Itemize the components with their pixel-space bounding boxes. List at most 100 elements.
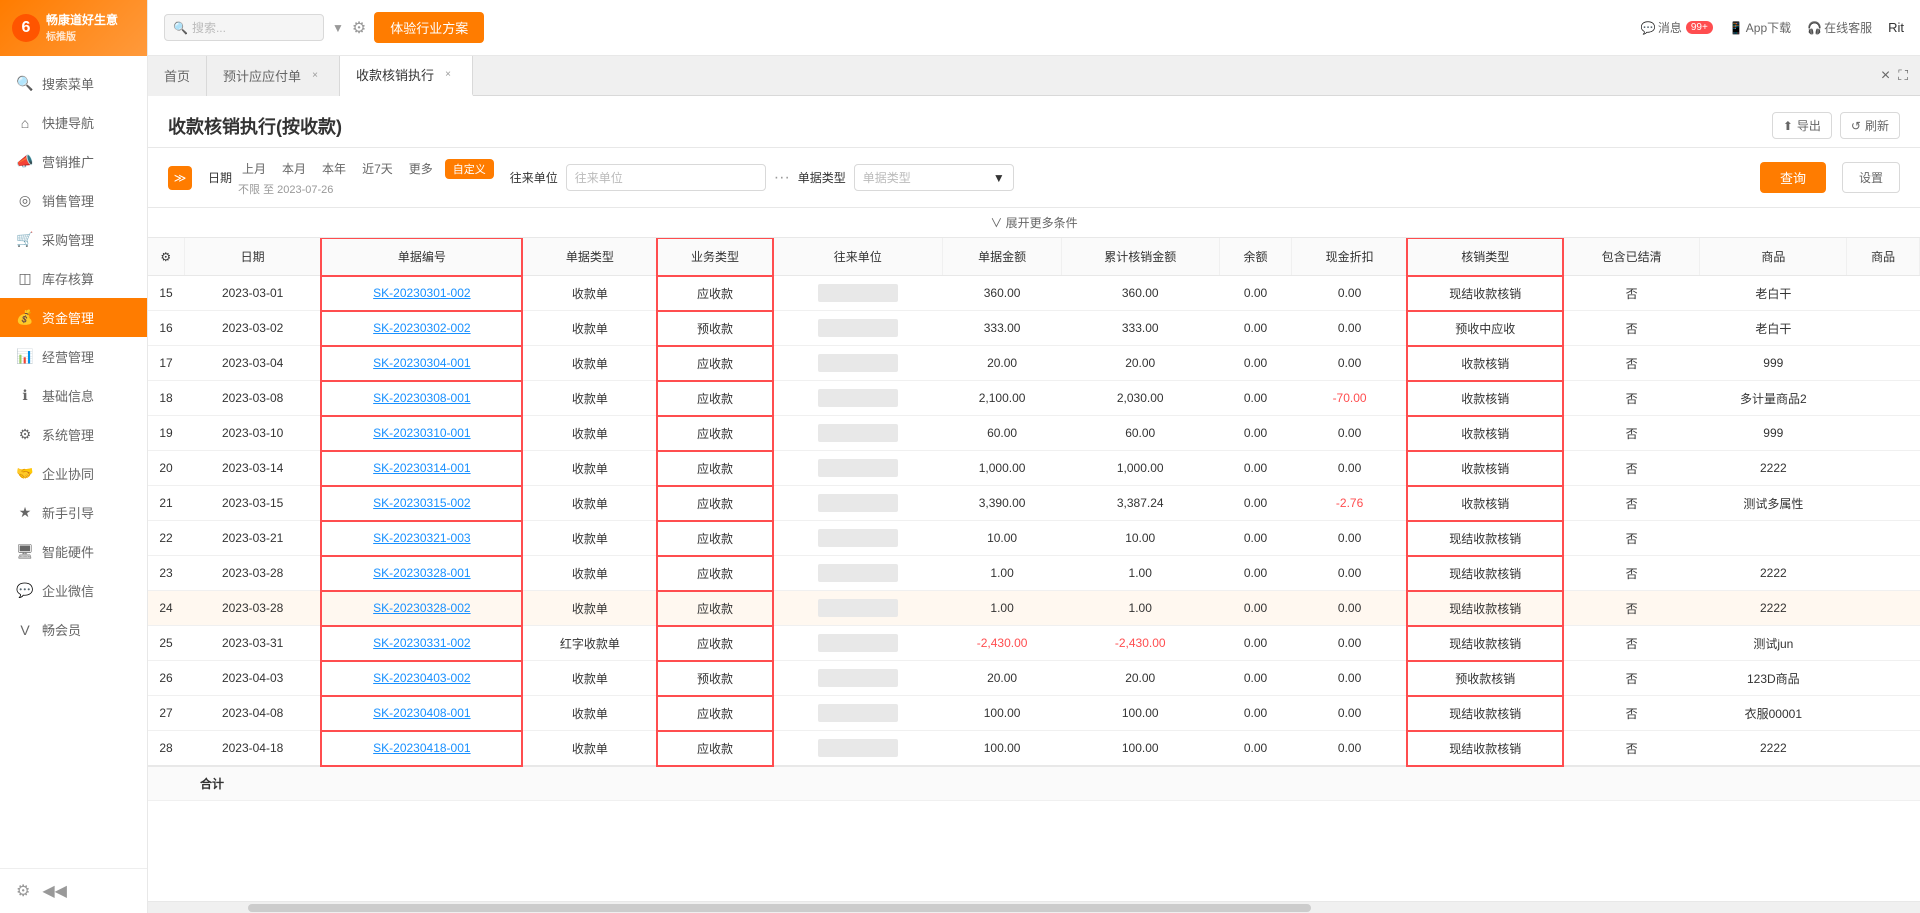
sidebar-item-basic[interactable]: ℹ基础信息	[0, 376, 147, 415]
tab-maximize-icon[interactable]: ⛶	[1898, 67, 1908, 84]
sidebar-item-member[interactable]: V畅会员	[0, 610, 147, 649]
doc-no-link[interactable]: SK-20230408-001	[373, 706, 470, 720]
horizontal-scrollbar[interactable]	[148, 901, 1920, 913]
sidebar-item-hardware[interactable]: 🖥智能硬件	[0, 532, 147, 571]
doc-no-link[interactable]: SK-20230302-002	[373, 321, 470, 335]
doc-no-link[interactable]: SK-20230304-001	[373, 356, 470, 370]
sidebar-item-guide[interactable]: ★新手引导	[0, 493, 147, 532]
user-avatar[interactable]: Rit	[1888, 20, 1904, 35]
online-service-btn[interactable]: 🎧 在线客服	[1807, 19, 1872, 36]
collapse-icon[interactable]: ◀◀	[42, 881, 67, 901]
cell-num: 23	[148, 556, 184, 591]
tab-payable-close[interactable]: ×	[307, 68, 323, 84]
filter-setting-btn[interactable]: 设置	[1842, 162, 1900, 193]
tab-home[interactable]: 首页	[148, 56, 207, 96]
sidebar-item-wechat[interactable]: 💬企业微信	[0, 571, 147, 610]
date-opt-this-year[interactable]: 本年	[318, 158, 350, 179]
sidebar-label-sales: 销售管理	[42, 191, 94, 210]
cell-cumulative: 1,000.00	[1061, 451, 1219, 486]
cell-biz-type: 应收款	[657, 521, 772, 556]
cell-discount: 0.00	[1292, 696, 1407, 731]
cell-discount: 0.00	[1292, 311, 1407, 346]
query-btn[interactable]: 查询	[1760, 162, 1826, 193]
unit-input[interactable]: 往来单位	[566, 164, 766, 191]
cell-product2	[1847, 416, 1920, 451]
dropdown-icon[interactable]: ▼	[332, 21, 344, 35]
cell-date: 2023-03-10	[184, 416, 321, 451]
tab-close-all-icon[interactable]: ×	[1881, 67, 1890, 85]
industry-btn[interactable]: 体验行业方案	[374, 12, 484, 43]
doc-no-link[interactable]: SK-20230308-001	[373, 391, 470, 405]
date-opt-more[interactable]: 更多	[405, 158, 437, 179]
date-opt-last-month[interactable]: 上月	[238, 158, 270, 179]
sidebar-label-basic: 基础信息	[42, 386, 94, 405]
cell-verify-type: 收款核销	[1407, 381, 1563, 416]
doc-type-select[interactable]: 单据类型 ▼	[854, 164, 1014, 191]
cell-biz-type: 应收款	[657, 486, 772, 521]
sidebar-item-finance[interactable]: 💰资金管理	[0, 298, 147, 337]
sidebar-item-sales[interactable]: ◎销售管理	[0, 181, 147, 220]
doc-no-link[interactable]: SK-20230314-001	[373, 461, 470, 475]
col-verify-type: 核销类型	[1407, 238, 1563, 276]
date-custom-btn[interactable]: 自定义	[445, 159, 494, 179]
doc-no-link[interactable]: SK-20230331-002	[373, 636, 470, 650]
sidebar-item-purchase[interactable]: 🛒采购管理	[0, 220, 147, 259]
doc-no-link[interactable]: SK-20230328-002	[373, 601, 470, 615]
expand-bar[interactable]: ∨ 展开更多条件	[148, 208, 1920, 238]
topbar-right: 💬 消息 99+ 📱 App下载 🎧 在线客服 Rit	[1641, 19, 1904, 36]
date-opt-7days[interactable]: 近7天	[358, 158, 397, 179]
date-options: 上月 本月 本年 近7天 更多 自定义	[238, 158, 494, 179]
topbar-search-box[interactable]: 🔍 搜索...	[164, 14, 324, 41]
message-btn[interactable]: 💬 消息 99+	[1641, 19, 1713, 36]
sidebar-item-marketing[interactable]: 📣营销推广	[0, 142, 147, 181]
cell-verify-type: 现结收款核销	[1407, 626, 1563, 661]
cell-included: 否	[1563, 521, 1700, 556]
doc-no-link[interactable]: SK-20230301-002	[373, 286, 470, 300]
cell-doc-type: 收款单	[522, 416, 657, 451]
settings-icon[interactable]: ⚙	[16, 881, 30, 901]
doc-no-link[interactable]: SK-20230418-001	[373, 741, 470, 755]
export-btn[interactable]: ⬆ 导出	[1772, 112, 1832, 139]
cell-verify-type: 收款核销	[1407, 486, 1563, 521]
footer-included	[1563, 766, 1700, 801]
doc-no-link[interactable]: SK-20230321-003	[373, 531, 470, 545]
sidebar: 6 畅康道好生意 标推版 🔍搜索菜单⌂快捷导航📣营销推广◎销售管理🛒采购管理◫库…	[0, 0, 148, 913]
refresh-btn[interactable]: ↺ 刷新	[1840, 112, 1900, 139]
col-settings-icon[interactable]: ⚙	[148, 238, 184, 276]
phone-icon: 📱	[1729, 21, 1744, 35]
cell-amount: 100.00	[943, 696, 1061, 731]
cell-unit	[773, 591, 943, 626]
sidebar-item-system[interactable]: ⚙系统管理	[0, 415, 147, 454]
doc-no-link[interactable]: SK-20230403-002	[373, 671, 470, 685]
tab-collection[interactable]: 收款核销执行 ×	[340, 56, 473, 96]
tab-payable[interactable]: 预计应应付单 ×	[207, 56, 340, 96]
scrollbar-thumb[interactable]	[248, 904, 1311, 912]
table-row: 26 2023-04-03 SK-20230403-002 收款单 预收款 20…	[148, 661, 1920, 696]
filter-dots[interactable]: ···	[774, 169, 790, 187]
sidebar-item-corp[interactable]: 🤝企业协同	[0, 454, 147, 493]
cell-biz-type: 应收款	[657, 731, 772, 767]
date-opt-this-month[interactable]: 本月	[278, 158, 310, 179]
filter-toggle-btn[interactable]: ≫	[168, 166, 192, 190]
cell-product1: 123D商品	[1700, 661, 1847, 696]
table-row: 23 2023-03-28 SK-20230328-001 收款单 应收款 1.…	[148, 556, 1920, 591]
doc-no-link[interactable]: SK-20230310-001	[373, 426, 470, 440]
tab-collection-close[interactable]: ×	[440, 67, 456, 83]
cell-included: 否	[1563, 591, 1700, 626]
message-icon: 💬	[1641, 21, 1656, 35]
cell-date: 2023-03-14	[184, 451, 321, 486]
sidebar-item-search[interactable]: 🔍搜索菜单	[0, 64, 147, 103]
cell-cumulative: 1.00	[1061, 591, 1219, 626]
sidebar-item-operation[interactable]: 📊经营管理	[0, 337, 147, 376]
gear-icon[interactable]: ⚙	[352, 18, 366, 38]
doc-no-link[interactable]: SK-20230315-002	[373, 496, 470, 510]
doc-no-link[interactable]: SK-20230328-001	[373, 566, 470, 580]
cell-included: 否	[1563, 626, 1700, 661]
cell-product1: 999	[1700, 346, 1847, 381]
cell-date: 2023-03-08	[184, 381, 321, 416]
cell-product1: 2222	[1700, 451, 1847, 486]
sidebar-item-quick[interactable]: ⌂快捷导航	[0, 103, 147, 142]
sidebar-item-inventory[interactable]: ◫库存核算	[0, 259, 147, 298]
app-download-btn[interactable]: 📱 App下载	[1729, 19, 1791, 36]
cell-biz-type: 应收款	[657, 556, 772, 591]
